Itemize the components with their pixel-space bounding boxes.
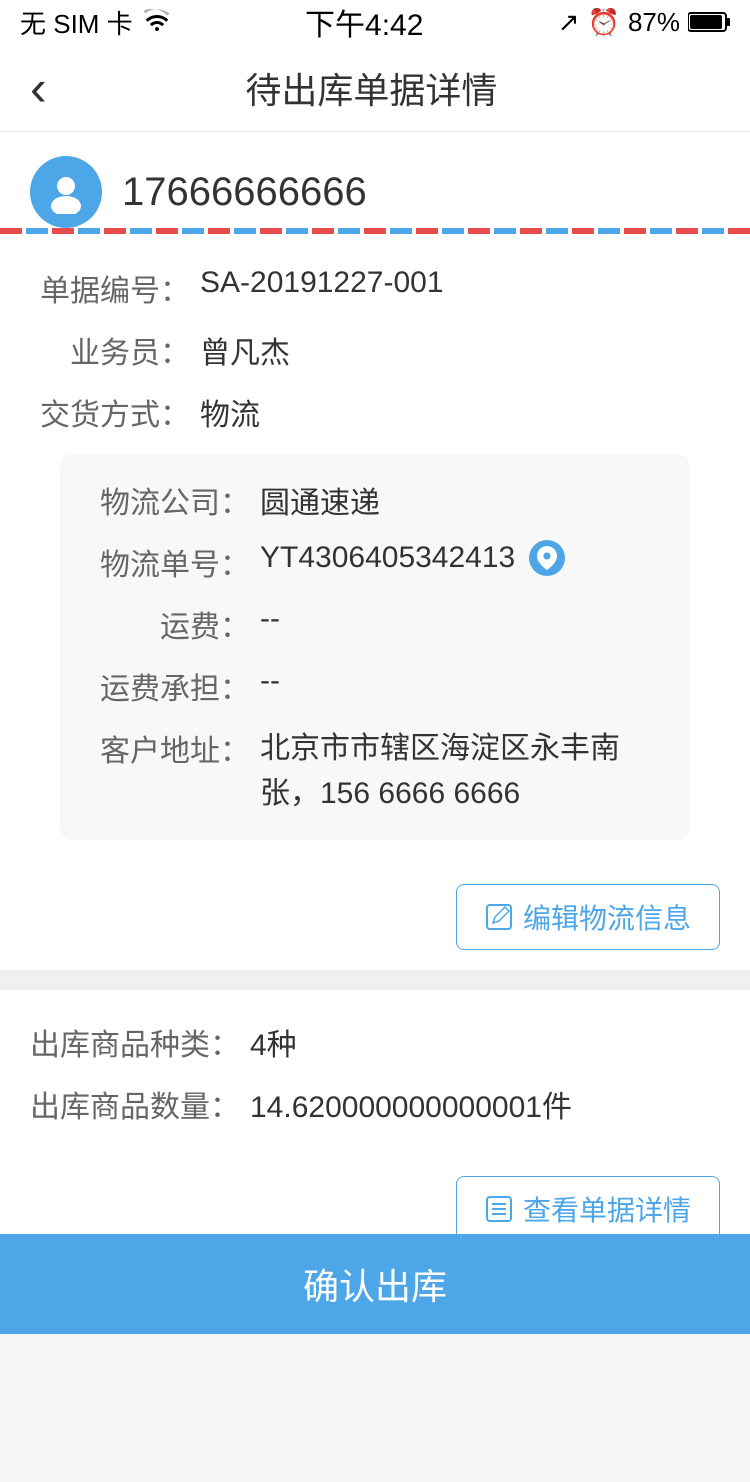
freight-bearer-label: 运费承担： — [90, 664, 250, 708]
wifi-icon — [143, 7, 171, 38]
freight-bearer-row: 运费承担： -- — [90, 664, 660, 708]
logistics-company-row: 物流公司： 圆通速递 — [90, 478, 660, 522]
freight-bearer-value: -- — [260, 664, 660, 698]
edit-logistics-button[interactable]: 编辑物流信息 — [456, 884, 720, 950]
goods-types-value: 4种 — [250, 1020, 297, 1064]
status-bar: 无 SIM 卡 下午4:42 ↗ ⏰ 87% — [0, 0, 750, 44]
goods-quantity-row: 出库商品数量： 14.620000000000001件 — [30, 1082, 720, 1126]
goods-section: 出库商品种类： 4种 出库商品数量： 14.620000000000001件 — [0, 990, 750, 1156]
section-divider — [0, 970, 750, 990]
edit-logistics-label: 编辑物流信息 — [523, 897, 691, 937]
battery-icon — [688, 11, 730, 33]
delivery-value: 物流 — [200, 390, 720, 434]
avatar — [30, 156, 102, 228]
logistics-company-label: 物流公司： — [90, 478, 250, 522]
status-left: 无 SIM 卡 — [20, 4, 171, 41]
dashed-divider — [0, 228, 750, 236]
freight-label: 运费： — [90, 602, 250, 646]
document-number-label: 单据编号： — [30, 266, 190, 310]
document-number-row: 单据编号： SA-20191227-001 — [30, 266, 720, 310]
logistics-tracking-label: 物流单号： — [90, 540, 250, 584]
confirm-button-bar[interactable]: 确认出库 — [0, 1234, 750, 1334]
sales-rep-label: 业务员： — [30, 328, 190, 372]
customer-phone: 17666666666 — [122, 170, 367, 215]
address-row: 客户地址： 北京市市辖区海淀区永丰南 张，156 6666 6666 — [90, 726, 660, 816]
view-details-label: 查看单据详情 — [523, 1189, 691, 1229]
document-info-section: 单据编号： SA-20191227-001 业务员： 曾凡杰 交货方式： 物流 … — [0, 236, 750, 884]
freight-row: 运费： -- — [90, 602, 660, 646]
logistics-tracking-row: 物流单号： YT4306405342413 — [90, 540, 660, 584]
goods-types-row: 出库商品种类： 4种 — [30, 1020, 720, 1064]
goods-quantity-value: 14.620000000000001件 — [250, 1082, 572, 1126]
battery-text: 87% — [628, 7, 680, 38]
document-number-value: SA-20191227-001 — [200, 266, 720, 300]
nav-bar: ‹ 待出库单据详情 — [0, 44, 750, 132]
delivery-row: 交货方式： 物流 — [30, 390, 720, 434]
customer-header: 17666666666 — [0, 132, 750, 228]
view-details-button[interactable]: 查看单据详情 — [456, 1176, 720, 1242]
goods-quantity-label: 出库商品数量： — [30, 1082, 240, 1126]
goods-types-label: 出库商品种类： — [30, 1020, 240, 1064]
delivery-label: 交货方式： — [30, 390, 190, 434]
address-value: 北京市市辖区海淀区永丰南 张，156 6666 6666 — [260, 726, 660, 816]
tracking-number: YT4306405342413 — [260, 541, 515, 575]
logistics-company-value: 圆通速递 — [260, 478, 660, 522]
freight-value: -- — [260, 602, 660, 636]
confirm-button-label: 确认出库 — [303, 1258, 447, 1310]
logistics-tracking-value: YT4306405342413 — [260, 540, 660, 576]
status-time: 下午4:42 — [305, 0, 423, 44]
carrier-text: 无 SIM 卡 — [20, 4, 133, 41]
alarm-icon: ⏰ — [588, 7, 620, 38]
edit-button-row: 编辑物流信息 — [0, 884, 750, 970]
location-icon: ↗ — [558, 7, 580, 38]
logistics-card: 物流公司： 圆通速递 物流单号： YT4306405342413 运费： -- … — [60, 454, 690, 840]
sales-rep-value: 曾凡杰 — [200, 328, 720, 372]
back-button[interactable]: ‹ — [30, 63, 47, 113]
address-label: 客户地址： — [90, 726, 250, 770]
location-icon[interactable] — [529, 540, 565, 576]
status-right: ↗ ⏰ 87% — [558, 7, 730, 38]
sales-rep-row: 业务员： 曾凡杰 — [30, 328, 720, 372]
page-title: 待出库单据详情 — [67, 62, 676, 114]
